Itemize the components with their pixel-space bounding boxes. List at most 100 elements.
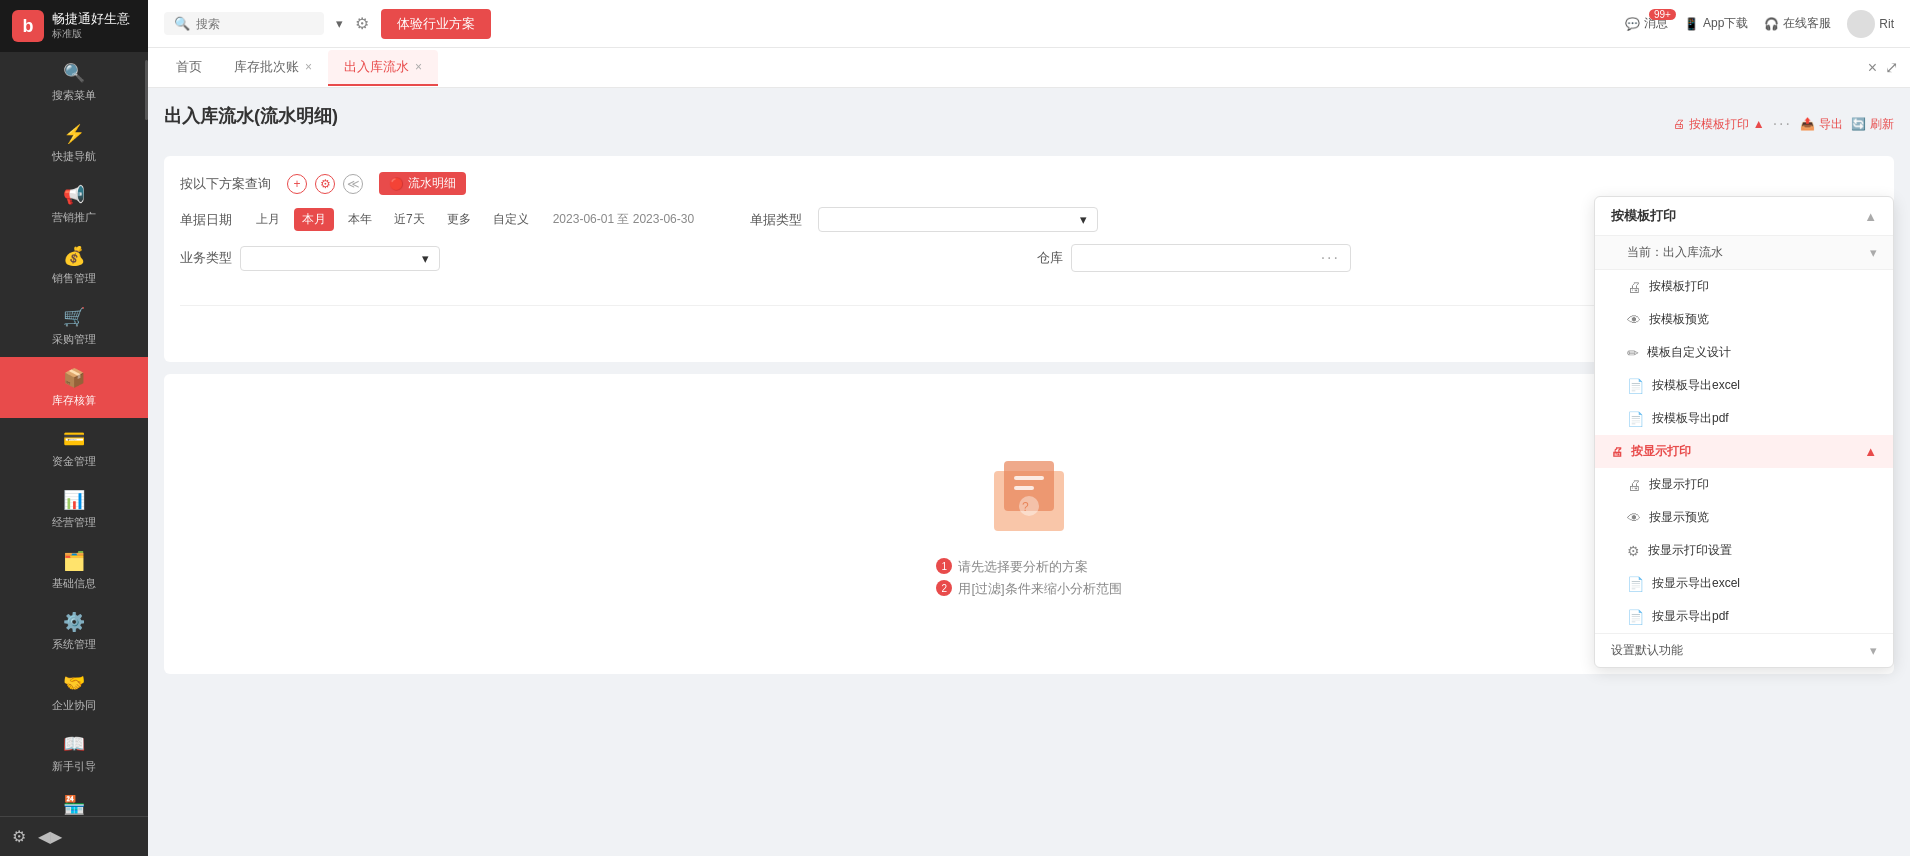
- sidebar-item-basic[interactable]: 🗂️ 基础信息: [0, 540, 148, 601]
- sidebar-item-appstore[interactable]: 🏪 应用中心: [0, 784, 148, 816]
- refresh-icon: 🔄: [1851, 117, 1866, 131]
- sidebar-item-sales[interactable]: 💰 销售管理: [0, 235, 148, 296]
- filter-collapse-icon[interactable]: ≪: [343, 174, 363, 194]
- printer-icon: 🖨: [1627, 279, 1641, 295]
- dropdown-item-template-custom[interactable]: ✏ 模板自定义设计: [1595, 336, 1893, 369]
- dropdown-item-display-excel[interactable]: 📄 按显示导出excel: [1595, 567, 1893, 600]
- dropdown-footer[interactable]: 设置默认功能 ▾: [1595, 633, 1893, 667]
- dropdown-section-display-print[interactable]: 🖨 按显示打印 ▲: [1595, 435, 1893, 468]
- dropdown-item-label: 按显示预览: [1649, 509, 1709, 526]
- empty-image: ?: [979, 446, 1079, 546]
- gear-icon: ⚙️: [63, 611, 85, 633]
- trial-button[interactable]: 体验行业方案: [381, 9, 491, 39]
- biztype-select[interactable]: ▾: [240, 246, 440, 271]
- warehouse-more-icon[interactable]: ···: [1321, 249, 1340, 267]
- date-btn-lastmonth[interactable]: 上月: [248, 208, 288, 231]
- dropdown-item-template-excel[interactable]: 📄 按模板导出excel: [1595, 369, 1893, 402]
- filter-tag[interactable]: 🔴 流水明细: [379, 172, 466, 195]
- dropdown-item-display-print[interactable]: 🖨 按显示打印: [1595, 468, 1893, 501]
- more-icon[interactable]: ···: [1773, 115, 1792, 133]
- empty-tip-1: 1 请先选择要分析的方案: [936, 558, 1121, 576]
- date-btn-thismonth[interactable]: 本月: [294, 208, 334, 231]
- username: Rit: [1879, 17, 1894, 31]
- date-btn-thisyear[interactable]: 本年: [340, 208, 380, 231]
- sidebar-item-marketing[interactable]: 📢 营销推广: [0, 174, 148, 235]
- sidebar-item-shortcut[interactable]: ⚡ 快捷导航: [0, 113, 148, 174]
- finance-icon: 💳: [63, 428, 85, 450]
- sidebar-item-label: 销售管理: [52, 271, 96, 286]
- dropdown-item-display-pdf[interactable]: 📄 按显示导出pdf: [1595, 600, 1893, 633]
- message-button[interactable]: 💬 消息 99+: [1625, 15, 1668, 32]
- topbar-right: 💬 消息 99+ 📱 App下载 🎧 在线客服 Rit: [1625, 10, 1894, 38]
- warehouse-select[interactable]: ···: [1071, 244, 1351, 272]
- dropdown-item-label: 按模板预览: [1649, 311, 1709, 328]
- tab-close-icon[interactable]: ×: [305, 60, 312, 74]
- sidebar-item-inventory[interactable]: 📦 库存核算: [0, 357, 148, 418]
- empty-tip-2: 2 用[过滤]条件来缩小分析范围: [936, 580, 1121, 598]
- lightning-icon: ⚡: [63, 123, 85, 145]
- empty-illustration: ?: [979, 446, 1079, 546]
- restore-icon[interactable]: ×: [1868, 59, 1877, 77]
- excel-icon: 📄: [1627, 378, 1644, 394]
- filter-row-top: 按以下方案查询 + ⚙ ≪ 🔴 流水明细: [180, 172, 1878, 195]
- message-icon: 💬: [1625, 17, 1640, 31]
- date-btn-custom[interactable]: 自定义: [485, 208, 537, 231]
- dropdown-item-template-preview[interactable]: 👁 按模板预览: [1595, 303, 1893, 336]
- sidebar-item-label: 营销推广: [52, 210, 96, 225]
- sidebar-item-label: 采购管理: [52, 332, 96, 347]
- app-download-button[interactable]: 📱 App下载: [1684, 15, 1748, 32]
- section-arrow-icon: ▲: [1864, 444, 1877, 459]
- online-service-button[interactable]: 🎧 在线客服: [1764, 15, 1831, 32]
- phone-icon: 📱: [1684, 17, 1699, 31]
- filter-gear-icon[interactable]: ⚙: [315, 174, 335, 194]
- refresh-label: 刷新: [1870, 116, 1894, 133]
- settings-icon[interactable]: ⚙: [12, 827, 26, 846]
- collapse-sidebar-icon[interactable]: ◀▶: [38, 827, 62, 846]
- sidebar-item-newbie[interactable]: 📖 新手引导: [0, 723, 148, 784]
- tab-close-active-icon[interactable]: ×: [415, 60, 422, 74]
- maximize-icon[interactable]: ⤢: [1885, 58, 1898, 77]
- sidebar-item-system[interactable]: ⚙️ 系统管理: [0, 601, 148, 662]
- dropdown-item-display-settings[interactable]: ⚙ 按显示打印设置: [1595, 534, 1893, 567]
- doctype-select[interactable]: ▾: [818, 207, 1098, 232]
- tab-flowdetail[interactable]: 出入库流水 ×: [328, 50, 438, 86]
- search-input[interactable]: [196, 17, 296, 31]
- user-avatar-button[interactable]: Rit: [1847, 10, 1894, 38]
- sidebar-item-purchase[interactable]: 🛒 采购管理: [0, 296, 148, 357]
- dropdown-item-template-pdf[interactable]: 📄 按模板导出pdf: [1595, 402, 1893, 435]
- tab-batch[interactable]: 库存批次账 ×: [218, 50, 328, 86]
- sidebar-item-label: 基础信息: [52, 576, 96, 591]
- dropdown-item-display-preview[interactable]: 👁 按显示预览: [1595, 501, 1893, 534]
- tab-home[interactable]: 首页: [160, 50, 218, 86]
- print-dropdown-panel: 按模板打印 ▲ 当前：出入库流水 ▾ 🖨 按模板打印 👁 按模板预览 ✏: [1594, 196, 1894, 668]
- date-btn-more[interactable]: 更多: [439, 208, 479, 231]
- dropdown-item-label: 按显示导出pdf: [1652, 608, 1729, 625]
- chart-icon: 📊: [63, 489, 85, 511]
- sidebar-item-label: 搜索菜单: [52, 88, 96, 103]
- tab-label: 库存批次账: [234, 58, 299, 76]
- print-template-button[interactable]: 🖨 按模板打印 ▲: [1673, 116, 1765, 133]
- sidebar-item-operation[interactable]: 📊 经营管理: [0, 479, 148, 540]
- empty-tip-text-2: 用[过滤]条件来缩小分析范围: [958, 580, 1121, 598]
- dropdown-item-label: 按模板导出pdf: [1652, 410, 1729, 427]
- export-button[interactable]: 📤 导出: [1800, 116, 1843, 133]
- print-template-label: 按模板打印: [1689, 116, 1749, 133]
- dropdown-current-label: 当前：出入库流水: [1627, 244, 1723, 261]
- filter-add-icon[interactable]: +: [287, 174, 307, 194]
- sidebar-item-finance[interactable]: 💳 资金管理: [0, 418, 148, 479]
- dropdown-item-label: 模板自定义设计: [1647, 344, 1731, 361]
- topbar-dropdown[interactable]: ▾: [336, 16, 343, 31]
- sidebar-item-collab[interactable]: 🤝 企业协同: [0, 662, 148, 723]
- dropdown-close-icon[interactable]: ▲: [1864, 209, 1877, 224]
- date-btn-7days[interactable]: 近7天: [386, 208, 433, 231]
- sidebar-item-label: 库存核算: [52, 393, 96, 408]
- topbar-gear-icon[interactable]: ⚙: [355, 14, 369, 33]
- sidebar-item-search[interactable]: 🔍 搜索菜单: [0, 52, 148, 113]
- tabs-right: × ⤢: [1868, 58, 1898, 77]
- dropdown-current-arrow-icon: ▾: [1870, 245, 1877, 260]
- dropdown-item-template-print[interactable]: 🖨 按模板打印: [1595, 270, 1893, 303]
- refresh-button[interactable]: 🔄 刷新: [1851, 116, 1894, 133]
- topbar-search[interactable]: 🔍: [164, 12, 324, 35]
- topbar: 🔍 ▾ ⚙ 体验行业方案 💬 消息 99+ 📱 App下载 🎧: [148, 0, 1910, 48]
- dropdown-current[interactable]: 当前：出入库流水 ▾: [1595, 236, 1893, 270]
